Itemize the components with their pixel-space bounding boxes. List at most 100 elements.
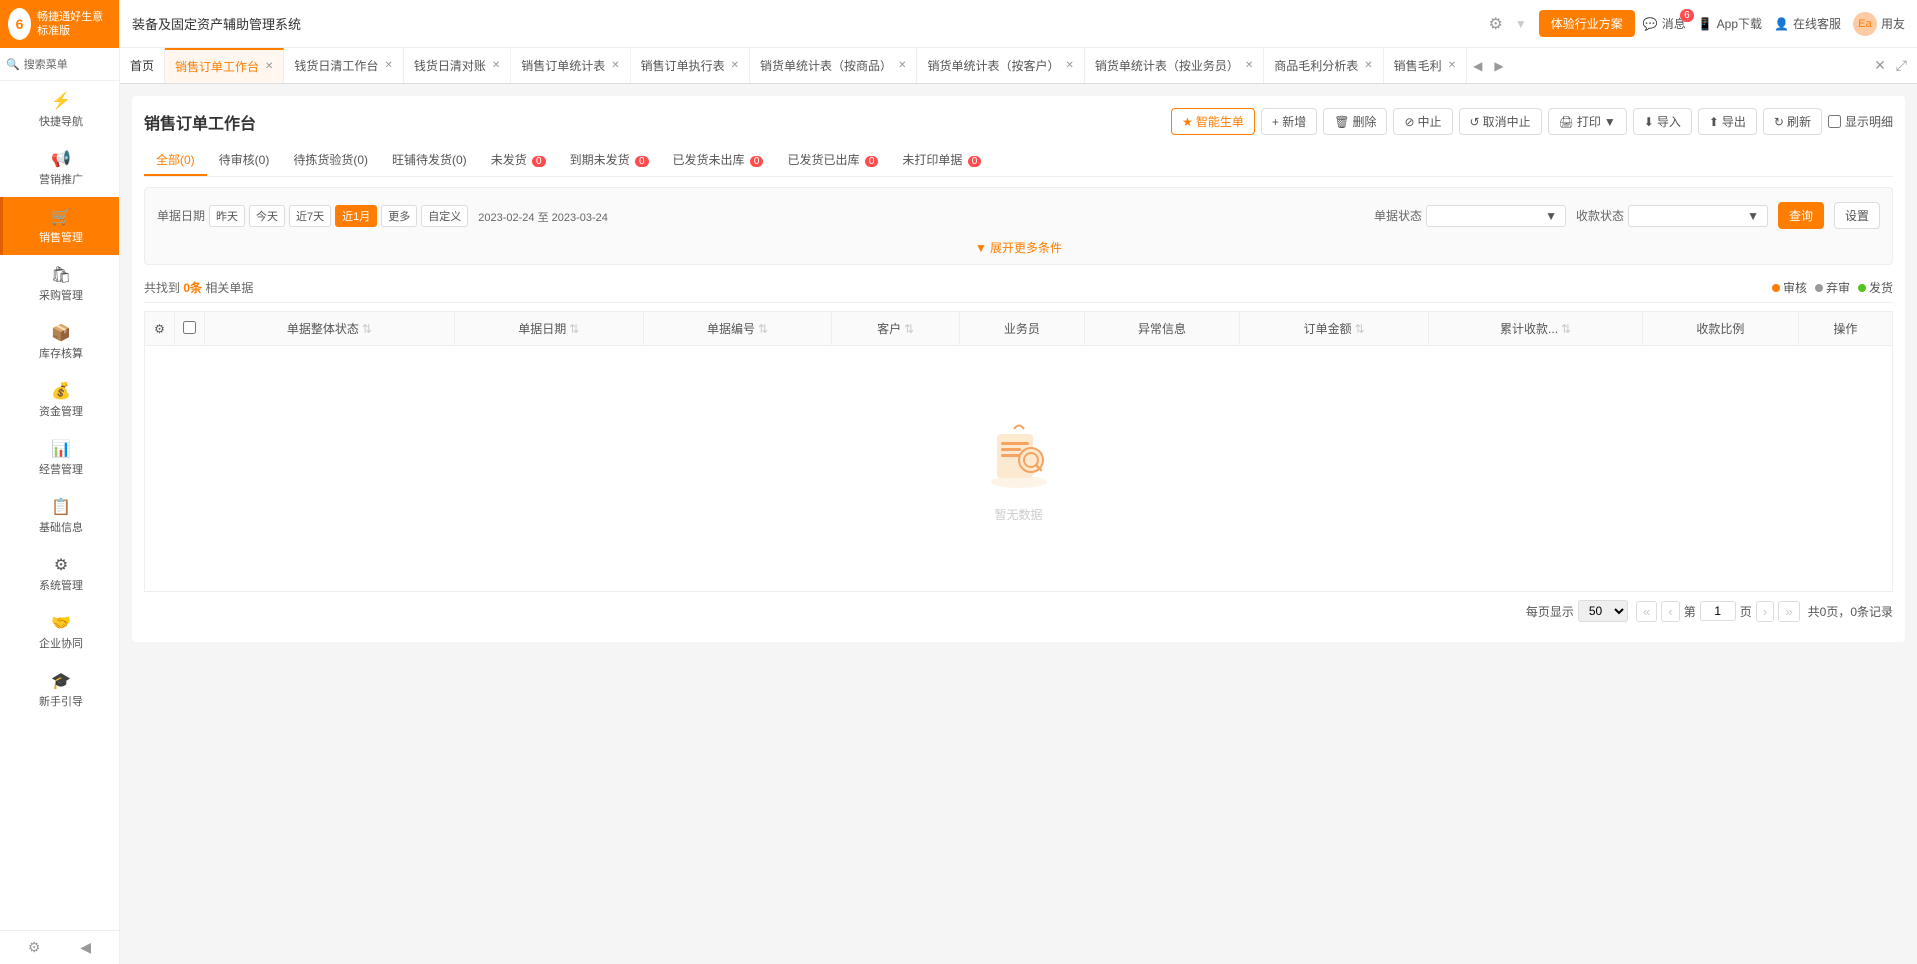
tab-close-icon[interactable]: ✕ — [1364, 60, 1372, 71]
logo-icon: 6 — [8, 8, 31, 40]
online-service-btn[interactable]: 👤 在线客服 — [1774, 15, 1841, 32]
app-download-btn[interactable]: 📱 App下载 — [1698, 15, 1762, 32]
delete-btn[interactable]: 🗑 删除 — [1323, 108, 1387, 135]
sort-icon[interactable]: ⇅ — [569, 322, 579, 336]
date-btn-1month[interactable]: 近1月 — [335, 205, 377, 227]
show-detail-checkbox[interactable] — [1828, 115, 1841, 128]
sidebar-item-purchase-mgmt[interactable]: 🛍 采购管理 — [0, 255, 119, 313]
tabbar-maximize-btn[interactable]: ⤢ — [1892, 55, 1911, 76]
tab-sales-stats-by-staff[interactable]: 销货单统计表（按业务员） ✕ — [1085, 48, 1264, 83]
select-all-checkbox[interactable] — [183, 321, 196, 334]
tab-close-icon[interactable]: ✕ — [898, 60, 906, 71]
tab-close-icon[interactable]: ✕ — [265, 61, 273, 72]
query-btn[interactable]: 查询 — [1778, 202, 1824, 229]
filter-tab-wangpu-pending[interactable]: 旺铺待发货(0) — [380, 145, 479, 176]
last-page-btn[interactable]: » — [1778, 601, 1799, 622]
tab-sales-stats-by-customer[interactable]: 销货单统计表（按客户） ✕ — [917, 48, 1084, 83]
sidebar-item-basic-info[interactable]: 📋 基础信息 — [0, 487, 119, 545]
status-select[interactable]: ▼ — [1426, 205, 1566, 227]
tabbar-scroll-left[interactable]: ◀ — [1467, 59, 1488, 73]
sidebar-item-inventory-check[interactable]: 📦 库存核算 — [0, 313, 119, 371]
app-download-label: App下载 — [1717, 15, 1762, 32]
payment-select[interactable]: ▼ — [1628, 205, 1768, 227]
next-page-btn[interactable]: › — [1756, 601, 1774, 622]
filter-settings-btn[interactable]: 设置 — [1834, 202, 1880, 229]
topbar-settings-icon[interactable]: ⚙ — [1488, 14, 1502, 34]
sidebar-item-finance-mgmt[interactable]: 💰 资金管理 — [0, 371, 119, 429]
sidebar-item-enterprise-collab[interactable]: 🤝 企业协同 — [0, 603, 119, 661]
sidebar-search[interactable]: 🔍 搜索菜单 — [0, 48, 119, 81]
tabbar-scroll-right[interactable]: ▶ — [1488, 59, 1509, 73]
filter-tab-shipped-not-in[interactable]: 已发货未出库 0 — [661, 145, 776, 176]
tabbar-close-all-btn[interactable]: ✕ — [1870, 55, 1890, 76]
tab-cash-reconcile[interactable]: 钱货日清对账 ✕ — [404, 48, 511, 83]
filter-tab-all[interactable]: 全部(0) — [144, 145, 207, 176]
tab-close-icon[interactable]: ✕ — [1245, 60, 1253, 71]
date-btn-yesterday[interactable]: 昨天 — [209, 205, 245, 227]
tab-close-icon[interactable]: ✕ — [1065, 60, 1073, 71]
tab-sales-order-workbench[interactable]: 销售订单工作台 ✕ — [165, 48, 284, 83]
date-btn-7days[interactable]: 近7天 — [289, 205, 331, 227]
sidebar-collapse-btn[interactable]: ◀ — [80, 939, 91, 956]
export-icon: ⬆ — [1709, 115, 1719, 129]
prev-page-btn[interactable]: ‹ — [1661, 601, 1679, 622]
date-btn-more[interactable]: 更多 — [381, 205, 417, 227]
expand-conditions-btn[interactable]: ▼ 展开更多条件 — [975, 239, 1062, 256]
tab-home[interactable]: 首页 — [120, 48, 165, 83]
tab-sales-stats-by-product[interactable]: 销货单统计表（按商品） ✕ — [750, 48, 917, 83]
sidebar-item-system-mgmt[interactable]: ⚙ 系统管理 — [0, 545, 119, 603]
refresh-btn[interactable]: ↻ 刷新 — [1763, 108, 1822, 135]
sort-icon[interactable]: ⇅ — [362, 322, 372, 336]
stop-btn[interactable]: ⊘ 中止 — [1393, 108, 1452, 135]
sort-icon[interactable]: ⇅ — [1355, 322, 1365, 336]
tab-sales-gross[interactable]: 销售毛利 ✕ — [1384, 48, 1467, 83]
date-btn-today[interactable]: 今天 — [249, 205, 285, 227]
sidebar-item-marketing-promo[interactable]: 📢 营销推广 — [0, 139, 119, 197]
sidebar-item-quick-nav[interactable]: ⚡ 快捷导航 — [0, 81, 119, 139]
anti-review-btn[interactable]: 弃审 — [1815, 279, 1850, 296]
export-btn[interactable]: ⬆ 导出 — [1698, 108, 1757, 135]
ship-btn[interactable]: 发货 — [1858, 279, 1893, 296]
add-btn[interactable]: + 新增 — [1261, 108, 1317, 135]
tab-close-icon[interactable]: ✕ — [1448, 60, 1456, 71]
filter-tab-pending-inspection[interactable]: 待拣货验货(0) — [281, 145, 380, 176]
page-content: 销售订单工作台 ★ 智能生单 + 新增 🗑 删除 ⊘ 中止 — [120, 84, 1917, 964]
tab-close-icon[interactable]: ✕ — [384, 60, 392, 71]
user-menu[interactable]: Ea 用友 — [1853, 12, 1905, 36]
tab-close-icon[interactable]: ✕ — [492, 60, 500, 71]
sort-icon[interactable]: ⇅ — [1561, 322, 1571, 336]
filter-tab-not-printed[interactable]: 未打印单据 0 — [890, 145, 993, 176]
tab-sales-order-stats[interactable]: 销售订单统计表 ✕ — [511, 48, 630, 83]
review-btn[interactable]: 审核 — [1772, 279, 1807, 296]
sort-icon[interactable]: ⇅ — [904, 322, 914, 336]
sort-icon[interactable]: ⇅ — [758, 322, 768, 336]
anti-review-dot — [1815, 284, 1823, 292]
sidebar-item-sales-mgmt[interactable]: 🛒 销售管理 — [0, 197, 119, 255]
message-btn[interactable]: 💬 消息 6 — [1643, 15, 1686, 32]
smart-generate-btn[interactable]: ★ 智能生单 — [1171, 108, 1255, 135]
page-size-dropdown[interactable]: 50 100 200 — [1578, 600, 1628, 622]
print-btn[interactable]: 🖨 打印 ▼ — [1548, 108, 1627, 135]
filter-tab-shipped-out[interactable]: 已发货已出库 0 — [775, 145, 890, 176]
date-btn-custom[interactable]: 自定义 — [421, 205, 468, 227]
col-checkbox[interactable] — [175, 312, 205, 346]
tab-cash-daily-workbench[interactable]: 钱货日清工作台 ✕ — [284, 48, 403, 83]
tab-sales-order-execute[interactable]: 销售订单执行表 ✕ — [631, 48, 750, 83]
date-filter-label: 单据日期 — [157, 207, 205, 224]
filter-tab-overdue-not-shipped[interactable]: 到期未发货 0 — [558, 145, 661, 176]
sidebar-settings-btn[interactable]: ⚙ — [28, 939, 41, 956]
sidebar-item-newbie-guide[interactable]: 🎓 新手引导 — [0, 661, 119, 719]
sidebar-item-operations-mgmt[interactable]: 📊 经营管理 — [0, 429, 119, 487]
tab-close-icon[interactable]: ✕ — [611, 60, 619, 71]
filter-tab-pending-review[interactable]: 待审核(0) — [207, 145, 282, 176]
import-btn[interactable]: ⬇ 导入 — [1633, 108, 1692, 135]
tab-close-icon[interactable]: ✕ — [731, 60, 739, 71]
first-page-btn[interactable]: « — [1636, 601, 1657, 622]
show-detail-label[interactable]: 显示明细 — [1828, 113, 1893, 130]
filter-tab-not-shipped[interactable]: 未发货 0 — [479, 145, 558, 176]
col-settings[interactable]: ⚙ — [145, 312, 175, 346]
trial-btn[interactable]: 体验行业方案 — [1539, 10, 1635, 37]
cancel-stop-btn[interactable]: ↺ 取消中止 — [1459, 108, 1542, 135]
page-input[interactable] — [1700, 601, 1736, 621]
tab-product-margin-stats[interactable]: 商品毛利分析表 ✕ — [1264, 48, 1383, 83]
